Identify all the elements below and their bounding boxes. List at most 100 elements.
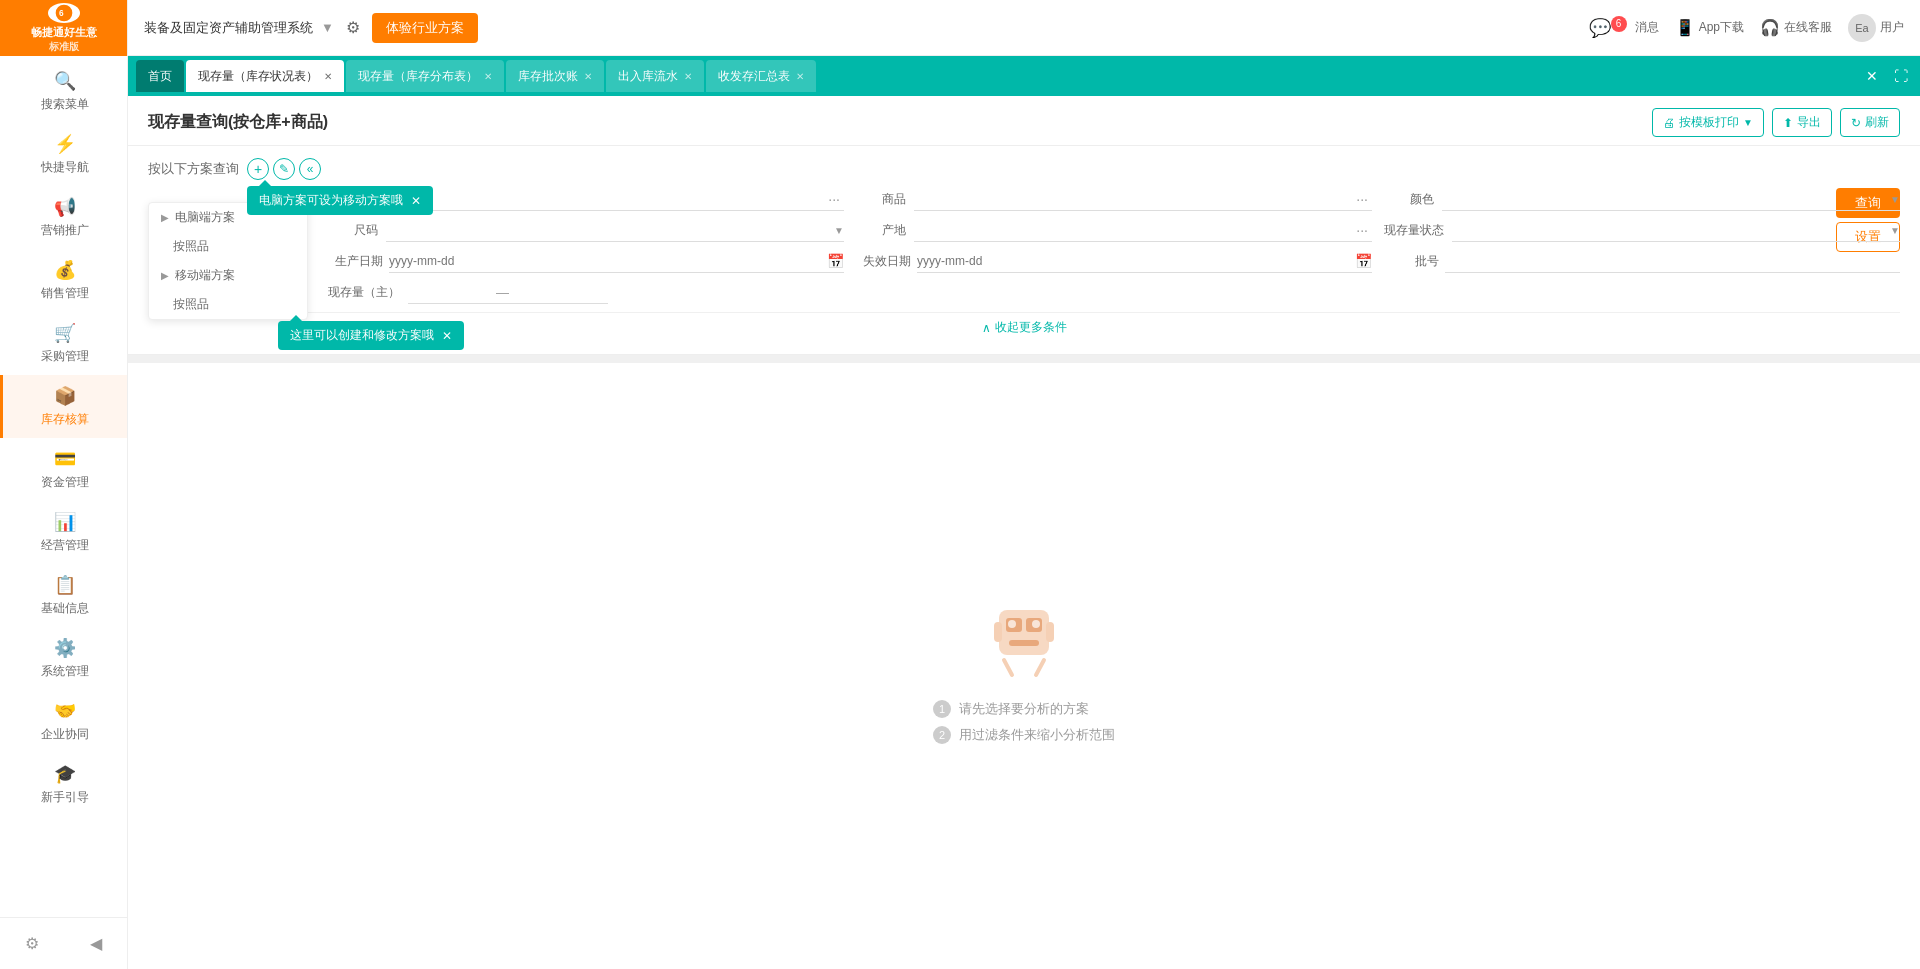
print-dropdown-icon: ▼ xyxy=(1743,117,1753,128)
inv-status-input[interactable] xyxy=(1452,219,1890,241)
scheme-list: ▶ 电脑端方案 按照品 ▶ 移动端方案 按照品 xyxy=(148,202,308,320)
sidebar-item-search-label: 搜索菜单 xyxy=(41,96,89,113)
phone-icon: 📱 xyxy=(1675,18,1695,37)
sidebar-settings-btn[interactable]: ⚙ xyxy=(17,930,47,957)
inv-status-dropdown[interactable]: ▼ xyxy=(1890,225,1900,236)
tab-summary[interactable]: 收发存汇总表 ✕ xyxy=(706,60,816,92)
inventory-icon: 📦 xyxy=(54,385,76,407)
origin-label: 产地 xyxy=(856,222,906,239)
scheme-list-mobile-item-1[interactable]: 按照品 xyxy=(149,290,307,319)
export-icon: ⬆ xyxy=(1783,116,1793,130)
goods-dots[interactable]: ··· xyxy=(1352,191,1372,207)
sidebar-item-marketing[interactable]: 📢 营销推广 xyxy=(0,186,127,249)
sidebar-item-purchase[interactable]: 🛒 采购管理 xyxy=(0,312,127,375)
add-scheme-btn[interactable]: + xyxy=(247,158,269,180)
sidebar-item-finance[interactable]: 💳 资金管理 xyxy=(0,438,127,501)
filter-item-inv-main: 现存量（主） — xyxy=(328,281,608,304)
tab-inventory-dist-label: 现存量（库存分布表） xyxy=(358,68,478,85)
inv-main-to-input[interactable] xyxy=(517,281,597,303)
sidebar-item-operations[interactable]: 📊 经营管理 xyxy=(0,501,127,564)
sidebar: 6 畅捷通好生意 标准版 🔍 搜索菜单 ⚡ 快捷导航 📢 营销推广 💰 销售管理… xyxy=(0,0,128,969)
tabbar-fullscreen-btn[interactable]: ⛶ xyxy=(1890,64,1912,88)
filter-item-goods: 商品 ··· xyxy=(856,188,1372,211)
origin-dots[interactable]: ··· xyxy=(1352,222,1372,238)
topbar-user[interactable]: Ea 用户 xyxy=(1848,14,1904,42)
goods-input[interactable] xyxy=(914,188,1352,210)
svg-rect-6 xyxy=(994,622,1002,642)
tab-inventory-status-close[interactable]: ✕ xyxy=(324,71,332,82)
tabbar-close-all-btn[interactable]: ✕ xyxy=(1862,64,1882,88)
message-icon: 💬 xyxy=(1589,17,1611,39)
filter-item-batch-no: 批号 xyxy=(1384,250,1900,273)
sidebar-item-sales[interactable]: 💰 销售管理 xyxy=(0,249,127,312)
scheme-mobile-item-label: 按照品 xyxy=(173,296,209,313)
sidebar-item-nav[interactable]: ⚡ 快捷导航 xyxy=(0,123,127,186)
sidebar-item-enterprise[interactable]: 🤝 企业协同 xyxy=(0,690,127,753)
warehouse-input[interactable] xyxy=(386,188,824,210)
topbar-online-service[interactable]: 🎧 在线客服 xyxy=(1760,18,1832,37)
filter-row-3: 生产日期 📅 失效日期 📅 批号 xyxy=(328,250,1900,273)
size-dropdown[interactable]: ▼ xyxy=(834,225,844,236)
svg-point-0 xyxy=(55,4,72,21)
tab-inventory-dist[interactable]: 现存量（库存分布表） ✕ xyxy=(346,60,504,92)
warehouse-dots[interactable]: ··· xyxy=(824,191,844,207)
refresh-btn[interactable]: ↻ 刷新 xyxy=(1840,108,1900,137)
expire-date-label: 失效日期 xyxy=(856,253,911,270)
expire-date-calendar-icon[interactable]: 📅 xyxy=(1355,253,1372,269)
svg-text:6: 6 xyxy=(59,8,64,18)
size-input[interactable] xyxy=(386,219,834,241)
system-name: 装备及固定资产辅助管理系统 xyxy=(144,19,313,37)
tab-home[interactable]: 首页 xyxy=(136,60,184,92)
finance-icon: 💳 xyxy=(54,448,76,470)
scheme-list-pc-item-1[interactable]: 按照品 xyxy=(149,232,307,261)
color-dropdown[interactable]: ▼ xyxy=(1890,194,1900,205)
sidebar-item-system[interactable]: ⚙️ 系统管理 xyxy=(0,627,127,690)
filter-label: 按以下方案查询 xyxy=(148,160,239,178)
page-title: 现存量查询(按仓库+商品) xyxy=(148,112,328,133)
tab-inout-close[interactable]: ✕ xyxy=(684,71,692,82)
export-btn[interactable]: ⬆ 导出 xyxy=(1772,108,1832,137)
purchase-icon: 🛒 xyxy=(54,322,76,344)
batch-no-wrap xyxy=(1445,250,1900,273)
system-dropdown-icon[interactable]: ▼ xyxy=(321,20,334,35)
tab-batch[interactable]: 库存批次账 ✕ xyxy=(506,60,604,92)
sidebar-item-guide[interactable]: 🎓 新手引导 xyxy=(0,753,127,816)
svg-rect-7 xyxy=(1046,622,1054,642)
industry-btn[interactable]: 体验行业方案 xyxy=(372,13,478,43)
back-scheme-btn[interactable]: « xyxy=(299,158,321,180)
sidebar-item-basic[interactable]: 📋 基础信息 xyxy=(0,564,127,627)
user-avatar: Ea xyxy=(1848,14,1876,42)
produce-date-input[interactable] xyxy=(389,250,823,272)
sidebar-collapse-btn[interactable]: ◀ xyxy=(82,930,110,957)
filter-row-1: 仓库 ··· 商品 ··· 颜色 xyxy=(328,188,1900,211)
page-title-row: 现存量查询(按仓库+商品) 🖨 按模板打印 ▼ ⬆ 导出 ↻ 刷新 xyxy=(148,108,1900,145)
tab-batch-label: 库存批次账 xyxy=(518,68,578,85)
tab-inout[interactable]: 出入库流水 ✕ xyxy=(606,60,704,92)
batch-no-input[interactable] xyxy=(1445,250,1900,272)
guide-icon: 🎓 xyxy=(54,763,76,785)
empty-steps: 1 请先选择要分析的方案 2 用过滤条件来缩小分析范围 xyxy=(933,700,1115,752)
size-field-wrap: ▼ xyxy=(386,219,844,242)
template-print-btn[interactable]: 🖨 按模板打印 ▼ xyxy=(1652,108,1764,137)
page-header-actions: 🖨 按模板打印 ▼ ⬆ 导出 ↻ 刷新 xyxy=(1652,108,1900,137)
topbar-message[interactable]: 💬 6 消息 xyxy=(1589,17,1659,39)
color-input[interactable] xyxy=(1442,188,1890,210)
tab-inventory-dist-close[interactable]: ✕ xyxy=(484,71,492,82)
tabbar-right: ✕ ⛶ xyxy=(1862,64,1912,88)
empty-state: 1 请先选择要分析的方案 2 用过滤条件来缩小分析范围 xyxy=(128,363,1920,969)
inv-main-from-input[interactable] xyxy=(408,281,488,303)
produce-date-calendar-icon[interactable]: 📅 xyxy=(827,253,844,269)
edit-scheme-btn[interactable]: ✎ xyxy=(273,158,295,180)
tab-inventory-status[interactable]: 现存量（库存状况表） ✕ xyxy=(186,60,344,92)
tab-summary-close[interactable]: ✕ xyxy=(796,71,804,82)
expire-date-input[interactable] xyxy=(917,250,1351,272)
topbar-app-download[interactable]: 📱 App下载 xyxy=(1675,18,1744,37)
sidebar-item-inventory[interactable]: 📦 库存核算 xyxy=(0,375,127,438)
scheme-pc-item-label: 按照品 xyxy=(173,238,209,255)
tooltip-scheme-close[interactable]: ✕ xyxy=(411,194,421,208)
tab-batch-close[interactable]: ✕ xyxy=(584,71,592,82)
tooltip-edit-close[interactable]: ✕ xyxy=(442,329,452,343)
origin-input[interactable] xyxy=(914,219,1352,241)
sidebar-item-search[interactable]: 🔍 搜索菜单 xyxy=(0,60,127,123)
topbar-settings-icon[interactable]: ⚙ xyxy=(346,18,360,37)
